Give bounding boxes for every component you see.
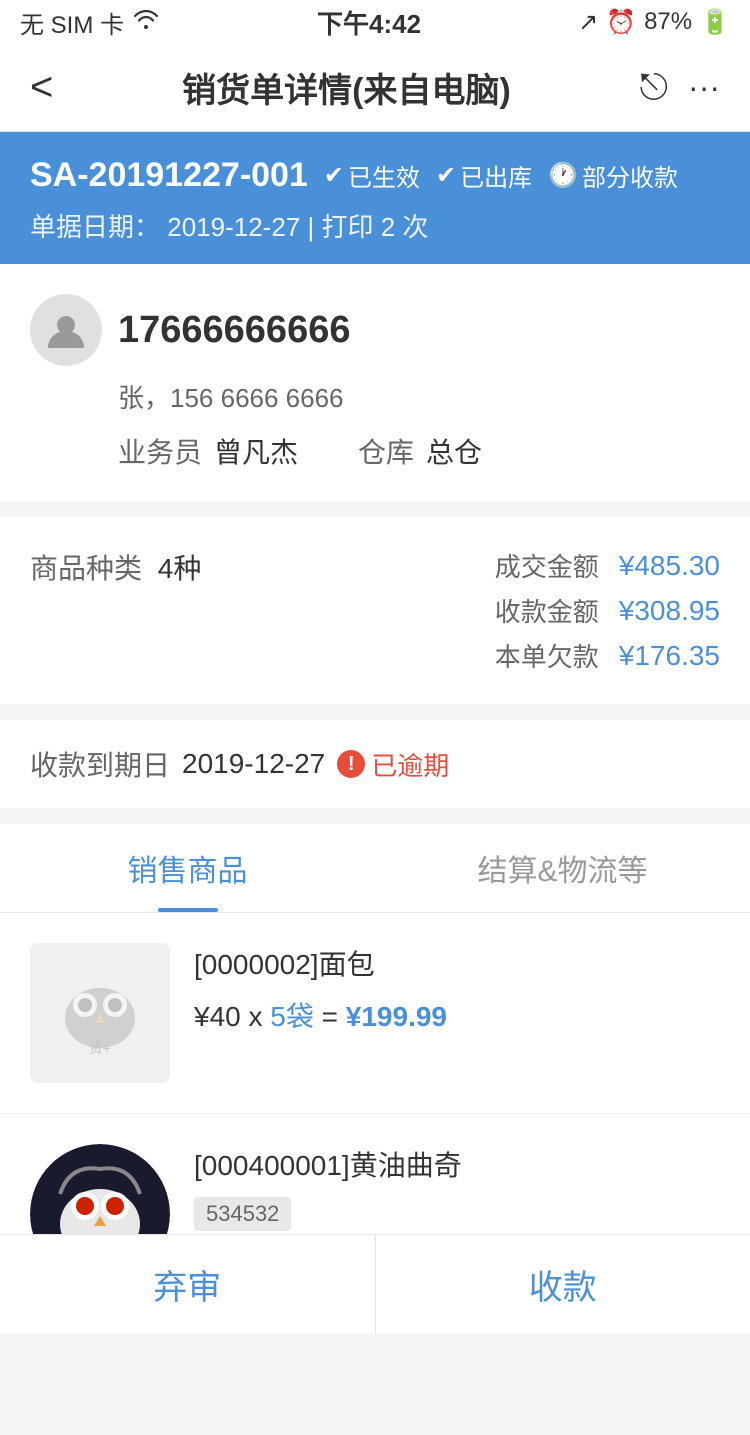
transaction-value: ¥485.30	[619, 550, 720, 582]
stats-right: 成交金额 ¥485.30 收款金额 ¥308.95 本单欠款 ¥176.35	[495, 547, 720, 674]
print-info: 打印 2 次	[321, 212, 428, 242]
transaction-label: 成交金额	[495, 547, 599, 584]
category-label: 商品种类	[30, 553, 142, 584]
svg-text:贤+: 贤+	[89, 1040, 111, 1056]
product-unit-price-1: ¥40	[194, 1001, 241, 1032]
clock-icon: 🕐	[548, 161, 578, 190]
customer-name: 17666666666	[118, 309, 350, 352]
transaction-row: 成交金额 ¥485.30	[495, 547, 720, 584]
time-display: 下午4:42	[317, 4, 421, 41]
due-date-label: 收款到期日	[30, 744, 170, 784]
warehouse-meta: 仓库 总仓	[358, 431, 482, 471]
customer-avatar	[30, 294, 102, 366]
status-badge-1: ✔ 已生效	[324, 158, 420, 193]
customer-meta: 业务员 曾凡杰 仓库 总仓	[30, 431, 720, 471]
battery-text: 87%	[644, 8, 692, 36]
customer-detail: 张，156 6666 6666	[30, 378, 720, 415]
overdue-badge: ! 已逾期	[337, 746, 449, 783]
share-button[interactable]: ⎋	[640, 66, 668, 109]
abandon-review-button[interactable]: 弃审	[0, 1235, 375, 1334]
warehouse-label: 仓库	[358, 431, 414, 471]
tab-sales-products[interactable]: 销售商品	[0, 824, 375, 912]
product-name-1: [0000002]面包	[194, 943, 720, 983]
sales-value: 曾凡杰	[214, 431, 298, 471]
product-item: 贤+ [0000002]面包 ¥40 x 5袋 = ¥199.99	[0, 913, 750, 1114]
product-thumbnail-1: 贤+	[30, 943, 170, 1083]
warehouse-value: 总仓	[426, 431, 482, 471]
debt-label: 本单欠款	[495, 637, 599, 674]
debt-value: ¥176.35	[619, 640, 720, 672]
nav-bar: < 销货单详情(来自电脑) ⎋ ···	[0, 44, 750, 132]
tab-settlement-logistics[interactable]: 结算&物流等	[375, 824, 750, 912]
check-icon-2: ✔	[436, 161, 456, 190]
order-id-row: SA-20191227-001 ✔ 已生效 ✔ 已出库 🕐 部分收款	[30, 156, 720, 195]
collect-payment-button[interactable]: 收款	[375, 1235, 750, 1334]
carrier-text: 无 SIM 卡	[20, 5, 124, 40]
wifi-icon	[132, 8, 160, 36]
location-icon: ↗	[578, 8, 598, 37]
due-date-value: 2019-12-27	[182, 748, 325, 780]
received-value: ¥308.95	[619, 595, 720, 627]
alarm-icon: ⏰	[606, 8, 636, 37]
status-badge-2: ✔ 已出库	[436, 158, 532, 193]
product-name-2: [000400001]黄油曲奇	[194, 1144, 720, 1184]
product-tag-2: 534532	[194, 1197, 291, 1231]
back-button[interactable]: <	[30, 65, 53, 110]
battery-icon: 🔋	[700, 8, 730, 37]
order-id: SA-20191227-001	[30, 156, 308, 195]
order-date-row: 单据日期： 2019-12-27 | 打印 2 次	[30, 207, 720, 244]
status-badge-3: 🕐 部分收款	[548, 158, 678, 193]
category-value: 4种	[158, 553, 202, 584]
product-total-1: ¥199.99	[346, 1001, 447, 1032]
sales-label: 业务员	[118, 431, 202, 471]
status-right: ↗ ⏰ 87% 🔋	[578, 8, 730, 37]
tabs-section: 销售商品 结算&物流等	[0, 824, 750, 913]
nav-actions: ⎋ ···	[640, 66, 720, 109]
status-left: 无 SIM 卡	[20, 5, 160, 40]
customer-top: 17666666666	[30, 294, 720, 366]
product-price-1: ¥40 x 5袋 = ¥199.99	[194, 995, 720, 1035]
sales-meta: 业务员 曾凡杰	[118, 431, 298, 471]
order-banner: SA-20191227-001 ✔ 已生效 ✔ 已出库 🕐 部分收款 单据日期：…	[0, 132, 750, 264]
page-title: 销货单详情(来自电脑)	[182, 63, 511, 112]
bottom-bar: 弃审 收款	[0, 1234, 750, 1334]
order-date: 2019-12-27	[167, 212, 300, 242]
product-qty-1: 5袋	[270, 1001, 314, 1032]
more-button[interactable]: ···	[688, 69, 720, 106]
overdue-text: 已逾期	[371, 746, 449, 783]
stats-left: 商品种类 4种	[30, 547, 201, 674]
due-section: 收款到期日 2019-12-27 ! 已逾期	[0, 720, 750, 808]
debt-row: 本单欠款 ¥176.35	[495, 637, 720, 674]
customer-section: 17666666666 张，156 6666 6666 业务员 曾凡杰 仓库 总…	[0, 264, 750, 501]
overdue-dot-icon: !	[337, 750, 365, 778]
check-icon-1: ✔	[324, 161, 344, 190]
product-info-1: [0000002]面包 ¥40 x 5袋 = ¥199.99	[194, 943, 720, 1035]
received-row: 收款金额 ¥308.95	[495, 592, 720, 629]
status-bar: 无 SIM 卡 下午4:42 ↗ ⏰ 87% 🔋	[0, 0, 750, 44]
received-label: 收款金额	[495, 592, 599, 629]
stats-section: 商品种类 4种 成交金额 ¥485.30 收款金额 ¥308.95 本单欠款 ¥…	[0, 517, 750, 704]
